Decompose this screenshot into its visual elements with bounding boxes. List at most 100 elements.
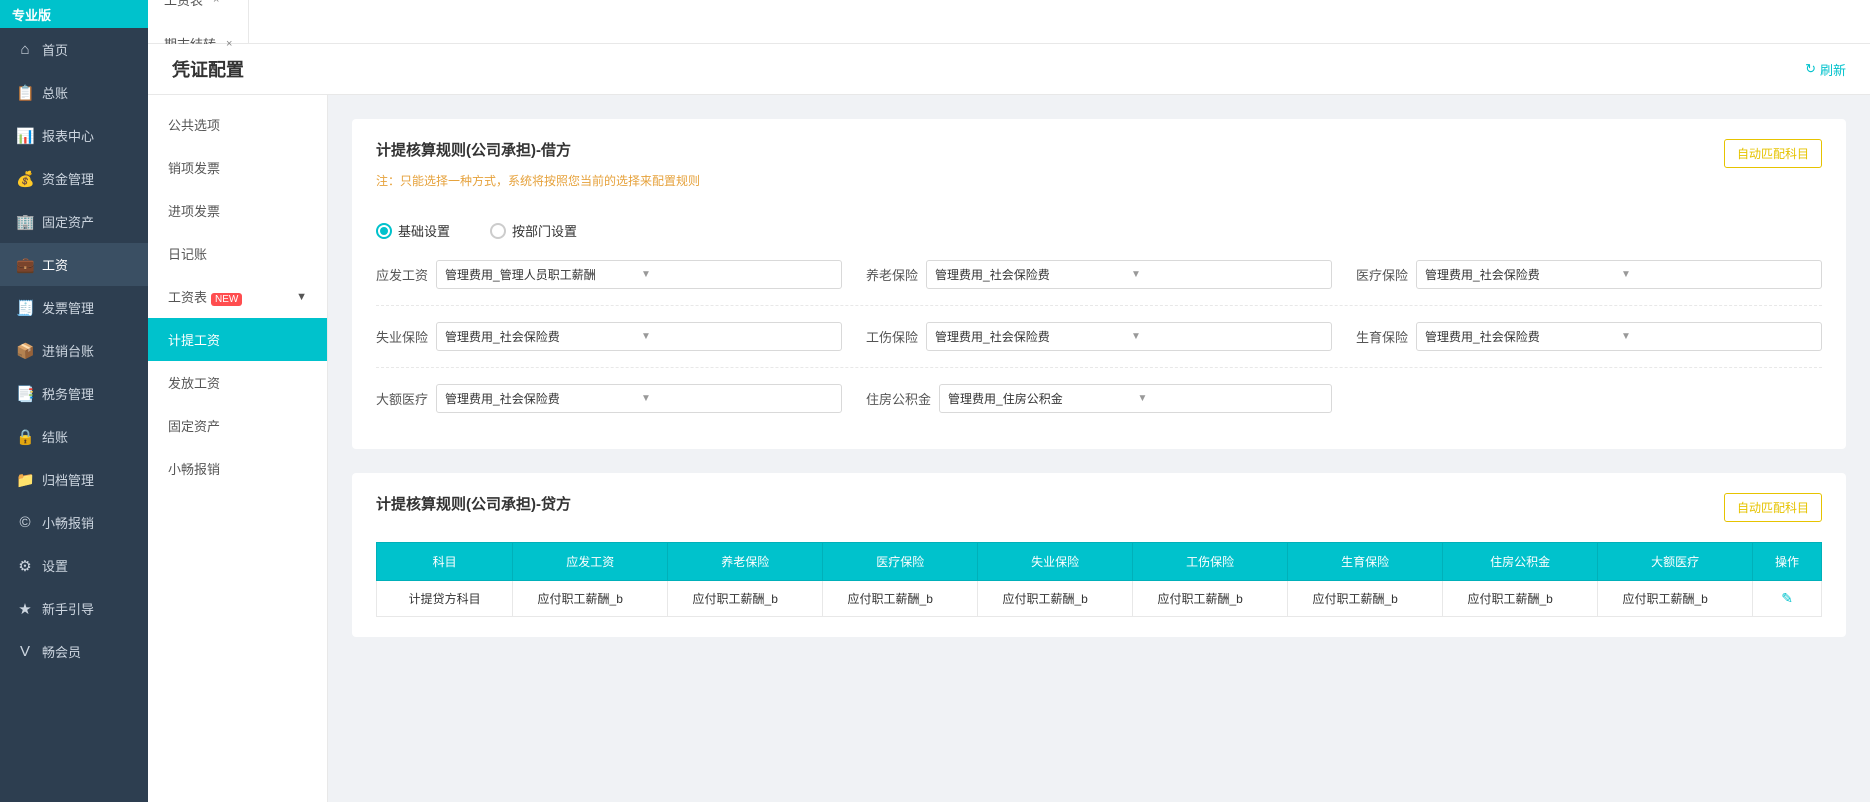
nav-item-payroll-table[interactable]: 工资表NEW ▼ (148, 275, 327, 318)
form-item-养老保险: 养老保险 管理费用_社会保险费 ▼ (866, 260, 1332, 289)
sidebar-item-label: 结账 (42, 427, 68, 446)
sidebar-item-archive[interactable]: 📁 归档管理 (0, 458, 148, 501)
guide-icon: ★ (16, 600, 34, 618)
form-select-大额医疗[interactable]: 管理费用_社会保险费 ▼ (436, 384, 842, 413)
tab-payroll[interactable]: 工资表× (148, 0, 249, 22)
cell-value-5: 应付职工薪酬_b (1288, 581, 1443, 617)
form-select-失业保险[interactable]: 管理费用_社会保险费 ▼ (436, 322, 842, 351)
sidebar-item-member[interactable]: V畅会员 (0, 630, 148, 673)
sidebar-item-label: 归档管理 (42, 470, 94, 489)
credit-auto-match-button[interactable]: 自动匹配科目 (1724, 493, 1822, 522)
radio-basic[interactable]: 基础设置 (376, 221, 450, 240)
nav-item-purchase-invoice[interactable]: 进项发票 (148, 189, 327, 232)
sidebar-item-label: 设置 (42, 556, 68, 575)
sidebar-item-label: 固定资产 (42, 212, 94, 231)
nav-item-xc-expense[interactable]: 小畅报销 (148, 447, 327, 490)
form-select-value: 管理费用_社会保险费 (1425, 328, 1617, 345)
form-select-value: 管理费用_住房公积金 (948, 390, 1134, 407)
nav-item-label: 固定资产 (168, 416, 220, 435)
salary-icon: 💼 (16, 256, 34, 274)
nav-item-diary[interactable]: 日记账 (148, 232, 327, 275)
col-住房公积金: 住房公积金 (1443, 543, 1598, 581)
sidebar-item-invoice[interactable]: 🧾发票管理 (0, 286, 148, 329)
radio-basic-label: 基础设置 (398, 221, 450, 240)
refresh-button[interactable]: ↻ 刷新 (1805, 60, 1846, 79)
sidebar-item-xcreport[interactable]: © 小畅报销 (0, 501, 148, 544)
archive-icon: 📁 (16, 471, 34, 489)
dropdown-arrow-icon: ▼ (641, 393, 833, 404)
dropdown-arrow-icon: ▼ (1621, 331, 1813, 342)
right-content: 计提核算规则(公司承担)-借方 注：只能选择一种方式，系统将按照您当前的选择来配… (328, 95, 1870, 802)
form-select-养老保险[interactable]: 管理费用_社会保险费 ▼ (926, 260, 1332, 289)
chevron-icon: ▼ (296, 291, 307, 303)
debit-section: 计提核算规则(公司承担)-借方 注：只能选择一种方式，系统将按照您当前的选择来配… (352, 119, 1846, 449)
edit-icon[interactable]: ✎ (1781, 590, 1793, 606)
sidebar-item-home[interactable]: ⌂首页 (0, 28, 148, 71)
sidebar-item-funds[interactable]: 💰资金管理 (0, 157, 148, 200)
form-item-应发工资: 应发工资 管理费用_管理人员职工薪酬 ▼ (376, 260, 842, 289)
sidebar-item-settings[interactable]: ⚙设置 (0, 544, 148, 587)
debit-form-row-2: 大额医疗 管理费用_社会保险费 ▼ 住房公积金 管理费用_住房公积金 ▼ (376, 384, 1822, 413)
form-label-失业保险: 失业保险 (376, 327, 428, 346)
radio-department-circle (490, 223, 506, 239)
sidebar-item-ledger[interactable]: 📋总账 (0, 71, 148, 114)
sidebar-item-report[interactable]: 📊报表中心 (0, 114, 148, 157)
form-select-工伤保险[interactable]: 管理费用_社会保险费 ▼ (926, 322, 1332, 351)
dropdown-arrow-icon: ▼ (641, 269, 833, 280)
form-select-生育保险[interactable]: 管理费用_社会保险费 ▼ (1416, 322, 1822, 351)
form-label-大额医疗: 大额医疗 (376, 389, 428, 408)
sidebar-item-salary[interactable]: 💼工资 (0, 243, 148, 286)
sidebar-item-tax[interactable]: 📑税务管理 (0, 372, 148, 415)
form-item-大额医疗: 大额医疗 管理费用_社会保险费 ▼ (376, 384, 842, 413)
dropdown-arrow-icon: ▼ (1621, 269, 1813, 280)
sidebar-item-guide[interactable]: ★新手引导 (0, 587, 148, 630)
form-item-住房公积金: 住房公积金 管理费用_住房公积金 ▼ (866, 384, 1332, 413)
nav-item-public[interactable]: 公共选项 (148, 103, 327, 146)
sidebar-item-label: 畅会员 (42, 642, 81, 661)
debit-section-title: 计提核算规则(公司承担)-借方 (376, 139, 700, 160)
col-失业保险: 失业保险 (978, 543, 1133, 581)
col-大额医疗: 大额医疗 (1598, 543, 1753, 581)
nav-item-pay-salary[interactable]: 发放工资 (148, 361, 327, 404)
nav-item-label: 发放工资 (168, 373, 220, 392)
tab-close-payroll[interactable]: × (213, 0, 219, 6)
form-select-value: 管理费用_社会保险费 (445, 328, 637, 345)
nav-item-sales-invoice[interactable]: 销项发票 (148, 146, 327, 189)
form-label-工伤保险: 工伤保险 (866, 327, 918, 346)
cell-subject: 计提贷方科目 (377, 581, 513, 617)
cell-value-4: 应付职工薪酬_b (1133, 581, 1288, 617)
sidebar-item-inventory[interactable]: 📦进销台账 (0, 329, 148, 372)
col-应发工资: 应发工资 (513, 543, 668, 581)
nav-item-label: 小畅报销 (168, 459, 220, 478)
tab-close-period-close[interactable]: × (226, 38, 232, 50)
tab-close-voucher-config[interactable]: × (226, 82, 232, 94)
ledger-icon: 📋 (16, 84, 34, 102)
cell-value-7: 应付职工薪酬_b (1598, 581, 1753, 617)
xcreport-icon: © (16, 514, 34, 531)
debit-section-note: 注：只能选择一种方式，系统将按照您当前的选择来配置规则 (376, 172, 700, 189)
dropdown-arrow-icon: ▼ (641, 331, 833, 342)
tab-bar: 首页工资表×期末结转×凭证配置× (148, 0, 1870, 44)
close-icon: 🔒 (16, 428, 34, 446)
sidebar-item-close[interactable]: 🔒 结账 (0, 415, 148, 458)
page-title: 凭证配置 (172, 56, 244, 82)
nav-item-calc-salary[interactable]: 计提工资 (148, 318, 327, 361)
debit-auto-match-button[interactable]: 自动匹配科目 (1724, 139, 1822, 168)
col-医疗保险: 医疗保险 (823, 543, 978, 581)
form-select-医疗保险[interactable]: 管理费用_社会保险费 ▼ (1416, 260, 1822, 289)
form-label-生育保险: 生育保险 (1356, 327, 1408, 346)
main-area: 首页工资表×期末结转×凭证配置× 凭证配置 ↻ 刷新 公共选项销项发票进项发票日… (148, 0, 1870, 802)
cell-action[interactable]: ✎ (1753, 581, 1822, 617)
credit-section-title: 计提核算规则(公司承担)-贷方 (376, 493, 571, 514)
nav-item-fixed-assets[interactable]: 固定资产 (148, 404, 327, 447)
form-select-住房公积金[interactable]: 管理费用_住房公积金 ▼ (939, 384, 1332, 413)
form-select-应发工资[interactable]: 管理费用_管理人员职工薪酬 ▼ (436, 260, 842, 289)
assets-icon: 🏢 (16, 213, 34, 231)
refresh-icon: ↻ (1805, 61, 1816, 77)
sidebar-item-assets[interactable]: 🏢 固定资产 (0, 200, 148, 243)
sidebar-item-label: 小畅报销 (42, 513, 94, 532)
radio-department[interactable]: 按部门设置 (490, 221, 577, 240)
nav-item-label: 工资表NEW (168, 287, 242, 306)
cell-value-3: 应付职工薪酬_b (978, 581, 1133, 617)
radio-department-label: 按部门设置 (512, 221, 577, 240)
